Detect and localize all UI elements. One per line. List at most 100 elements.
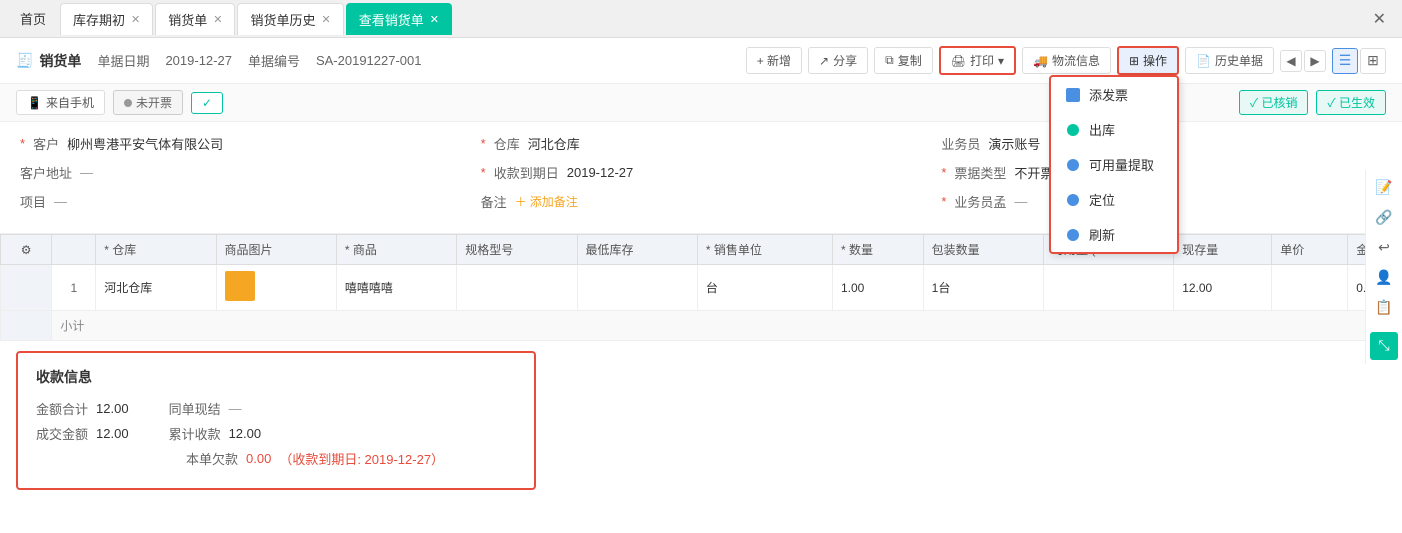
customer-field: * 客户 柳州粤港平安气体有限公司 xyxy=(20,134,461,153)
receipt-row-3: 本单欠款 0.00 （收款到期日: 2019-12-27） xyxy=(36,449,516,468)
ticket-type-required: * xyxy=(941,165,946,180)
prev-button[interactable]: ◀ xyxy=(1280,50,1302,72)
customer-value: 柳州粤港平安气体有限公司 xyxy=(67,134,223,153)
sidebar-icon-undo[interactable]: ↩ xyxy=(1370,234,1398,262)
history-icon: 📄 xyxy=(1196,54,1211,68)
tab-bar: 首页 库存期初 ✕ 销货单 ✕ 销货单历史 ✕ 查看销货单 ✕ ✕ xyxy=(0,0,1402,38)
tab-sales-order[interactable]: 销货单 ✕ xyxy=(155,3,235,35)
due-date-note: （收款到期日: 2019-12-27） xyxy=(279,449,444,468)
due-date-value: 2019-12-27 xyxy=(567,165,634,180)
list-view-button[interactable]: ☰ xyxy=(1332,48,1358,74)
col-quantity: * 数量 xyxy=(832,235,923,265)
tab-sales-order-label: 销货单 xyxy=(168,10,207,29)
tab-home[interactable]: 首页 xyxy=(8,3,58,35)
transaction-amount-label: 成交金额 xyxy=(36,424,88,443)
subtotal-row: 小计 xyxy=(1,311,1402,341)
sidebar-icon-expand[interactable]: ⤡ xyxy=(1370,332,1398,360)
row-product-img xyxy=(216,265,336,311)
row-num: 1 xyxy=(52,265,96,311)
row-available xyxy=(1044,265,1174,311)
row-min-stock xyxy=(577,265,697,311)
doc-number-value: SA-20191227-001 xyxy=(316,53,422,68)
sub-toolbar: 📱 来自手机 未开票 ✓ ✓ 已核销 ✓ 已生效 xyxy=(0,84,1402,122)
table-wrapper: ⚙ * 仓库 商品图片 * 商品 规格型号 最低库存 * 销售单位 * 数量 包… xyxy=(0,234,1402,341)
tab-sales-order-close[interactable]: ✕ xyxy=(213,13,222,26)
tab-inventory-init[interactable]: 库存期初 ✕ xyxy=(60,3,153,35)
copy-icon: ⧉ xyxy=(885,53,894,68)
dropdown-refresh[interactable]: 刷新 xyxy=(1051,217,1177,252)
print-icon: 🖨 xyxy=(951,54,966,68)
doc-header: 🧾 销货单 单据日期 2019-12-27 单据编号 SA-20191227-0… xyxy=(0,38,1402,84)
doc-meta: 单据日期 2019-12-27 单据编号 SA-20191227-001 xyxy=(97,51,421,70)
logistics-button[interactable]: 🚚 物流信息 xyxy=(1022,47,1111,74)
sidebar-icon-link[interactable]: 🔗 xyxy=(1370,204,1398,232)
doc-date-label: 单据日期 xyxy=(97,51,149,70)
dropdown-locate[interactable]: 定位 xyxy=(1051,182,1177,217)
col-pack-qty: 包装数量 xyxy=(923,235,1043,265)
tab-sales-history-close[interactable]: ✕ xyxy=(322,13,331,26)
receipt-title: 收款信息 xyxy=(36,367,516,387)
confirm-button[interactable]: ✓ xyxy=(191,92,223,114)
available-qty-label: 可用量提取 xyxy=(1089,155,1154,174)
refresh-label: 刷新 xyxy=(1089,225,1115,244)
receipt-section: 收款信息 金额合计 12.00 同单现结 — 成交金额 12.00 累计收款 xyxy=(16,351,536,490)
col-spec: 规格型号 xyxy=(457,235,577,265)
total-amount-value: 12.00 xyxy=(96,401,129,416)
doc-title: 🧾 销货单 xyxy=(16,51,81,71)
copy-button[interactable]: ⧉ 复制 xyxy=(874,47,933,74)
note-field: 备注 ＋ 添加备注 xyxy=(481,192,922,211)
product-image xyxy=(225,271,255,301)
window-close-button[interactable]: ✕ xyxy=(1365,5,1394,33)
sidebar-icon-note[interactable]: 📝 xyxy=(1370,174,1398,202)
doc-number-label: 单据编号 xyxy=(248,51,300,70)
transaction-amount-field: 成交金额 12.00 xyxy=(36,424,129,443)
cumulative-receipt-value: 12.00 xyxy=(229,426,262,441)
staff-value: 演示账号 xyxy=(988,134,1040,153)
history-button[interactable]: 📄 历史单据 xyxy=(1185,47,1274,74)
same-order-label: 同单现结 xyxy=(169,399,221,418)
doc-date-value: 2019-12-27 xyxy=(165,53,232,68)
add-note-button[interactable]: ＋ 添加备注 xyxy=(515,193,578,210)
dropdown-outbound[interactable]: 出库 xyxy=(1051,112,1177,147)
row-quantity: 1.00 xyxy=(832,265,923,311)
truck-icon: 🚚 xyxy=(1033,54,1048,68)
address-field: 客户地址 — xyxy=(20,163,461,182)
print-button[interactable]: 🖨 打印 ▾ xyxy=(939,46,1016,75)
from-phone-button[interactable]: 📱 来自手机 xyxy=(16,90,105,115)
new-button[interactable]: + 新增 xyxy=(746,47,802,74)
row-sales-unit: 台 xyxy=(697,265,832,311)
sidebar-icon-user[interactable]: 👤 xyxy=(1370,264,1398,292)
doc-title-icon: 🧾 xyxy=(16,52,33,69)
dropdown-add-invoice[interactable]: 添发票 xyxy=(1051,77,1177,112)
col-sales-unit: * 销售单位 xyxy=(697,235,832,265)
project-field: 项目 — xyxy=(20,192,461,211)
col-min-stock: 最低库存 xyxy=(577,235,697,265)
print-dropdown-arrow: ▾ xyxy=(998,54,1004,68)
col-row-num xyxy=(52,235,96,265)
table-header-row: ⚙ * 仓库 商品图片 * 商品 规格型号 最低库存 * 销售单位 * 数量 包… xyxy=(1,235,1402,265)
next-button[interactable]: ▶ xyxy=(1304,50,1326,72)
grid-view-button[interactable]: ⊞ xyxy=(1360,48,1386,74)
col-product-img: 商品图片 xyxy=(216,235,336,265)
add-invoice-icon xyxy=(1065,87,1081,103)
dropdown-available-qty[interactable]: 可用量提取 xyxy=(1051,147,1177,182)
same-order-field: 同单现结 — xyxy=(169,399,242,418)
toolbar: + 新增 ↗ 分享 ⧉ 复制 🖨 打印 ▾ 🚚 物流信息 xyxy=(746,46,1386,75)
tab-check-sales[interactable]: 查看销货单 ✕ xyxy=(346,3,452,35)
cumulative-receipt-field: 累计收款 12.00 xyxy=(169,424,262,443)
row-current-stock: 12.00 xyxy=(1174,265,1272,311)
current-arrears-label: 本单欠款 xyxy=(186,449,238,468)
due-date-label: 收款到期日 xyxy=(494,163,559,182)
share-button[interactable]: ↗ 分享 xyxy=(808,47,868,74)
customer-label: 客户 xyxy=(33,134,59,153)
operations-button[interactable]: ⊞ 操作 xyxy=(1117,46,1179,75)
row-settings xyxy=(1,265,52,311)
due-date-field: * 收款到期日 2019-12-27 xyxy=(481,163,922,182)
sidebar-icon-list[interactable]: 📋 xyxy=(1370,294,1398,322)
tab-check-sales-label: 查看销货单 xyxy=(359,10,424,29)
table-row: 1 河北仓库 嘻嘻嘻嘻 台 1.00 1台 12.00 xyxy=(1,265,1402,311)
tab-sales-history[interactable]: 销货单历史 ✕ xyxy=(237,3,343,35)
tab-check-sales-close[interactable]: ✕ xyxy=(430,13,439,26)
tab-inventory-init-close[interactable]: ✕ xyxy=(131,13,140,26)
col-current-stock: 现存量 xyxy=(1174,235,1272,265)
